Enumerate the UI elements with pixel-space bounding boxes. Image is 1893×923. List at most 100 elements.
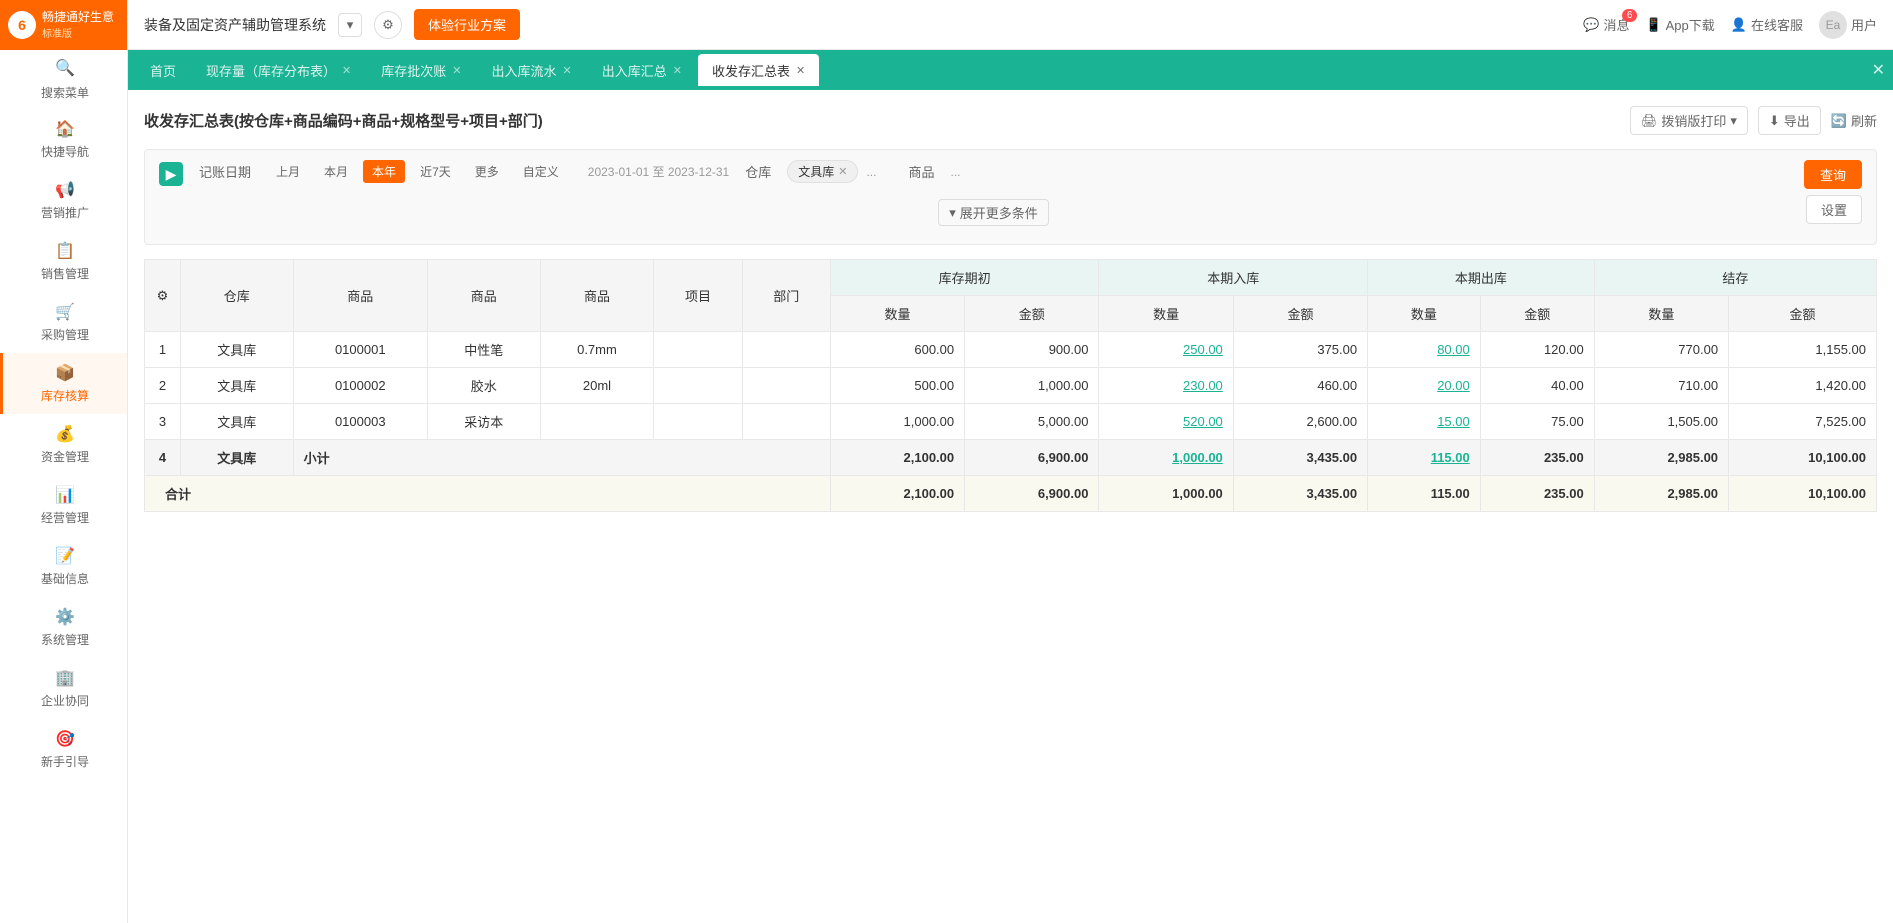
- sidebar-item-guide[interactable]: 🎯 新手引导: [0, 719, 127, 780]
- tab-inout-flow[interactable]: 出入库流水 ✕: [477, 54, 585, 86]
- goods-more-btn[interactable]: ...: [951, 165, 961, 179]
- page-actions: 🖨 拨销版打印 ▾ ⬇ 导出 🔄 刷新: [1630, 106, 1877, 135]
- sub-out-qty: 115.00: [1368, 440, 1481, 476]
- row-init-amt: 900.00: [965, 332, 1099, 368]
- tab-batch-close[interactable]: ✕: [452, 64, 461, 77]
- tab-inout-flow-close[interactable]: ✕: [563, 64, 572, 77]
- sidebar-item-operations[interactable]: 📊 经营管理: [0, 475, 127, 536]
- settings-btn[interactable]: ⚙: [374, 11, 402, 39]
- warehouse-tag-close[interactable]: ✕: [838, 165, 847, 178]
- sub-in-qty: 1,000.00: [1099, 440, 1233, 476]
- date-btn-custom[interactable]: 自定义: [514, 160, 568, 183]
- th-code: 商品: [293, 260, 427, 332]
- sidebar-item-marketing[interactable]: 📢 营销推广: [0, 170, 127, 231]
- row-out-qty: 15.00: [1368, 404, 1481, 440]
- in-qty-link[interactable]: 250.00: [1183, 342, 1223, 357]
- row-spec: 0.7mm: [540, 332, 654, 368]
- row-dept: [742, 404, 830, 440]
- message-icon: 💬: [1583, 17, 1599, 33]
- sidebar-item-purchase[interactable]: 🛒 采购管理: [0, 292, 127, 353]
- th-out-qty: 数量: [1368, 296, 1481, 332]
- filter-settings-btn[interactable]: 设置: [1806, 195, 1862, 224]
- query-btn[interactable]: 查询: [1804, 160, 1862, 189]
- main-area: 装备及固定资产辅助管理系统 ▾ ⚙ 体验行业方案 💬 消息 6 📱 App下载 …: [128, 0, 1893, 923]
- row-name: 采访本: [427, 404, 540, 440]
- row-init-qty: 1,000.00: [830, 404, 964, 440]
- online-service-btn[interactable]: 👤 在线客服: [1731, 15, 1803, 34]
- tab-home[interactable]: 首页: [136, 54, 190, 86]
- th-project: 项目: [654, 260, 742, 332]
- tab-recv-send-close[interactable]: ✕: [796, 64, 805, 77]
- total-out-qty: 115.00: [1368, 476, 1481, 512]
- sidebar-item-system[interactable]: ⚙️ 系统管理: [0, 597, 127, 658]
- filter-right-actions: 查询 设置: [1804, 160, 1862, 224]
- tabbar: 首页 现存量（库存分布表） ✕ 库存批次账 ✕ 出入库流水 ✕ 出入库汇总 ✕ …: [128, 50, 1893, 90]
- tab-stock-dist-close[interactable]: ✕: [342, 64, 351, 77]
- sidebar-item-basic-info[interactable]: 📝 基础信息: [0, 536, 127, 597]
- warehouse-more-btn[interactable]: ...: [866, 165, 876, 179]
- sub-out-amt: 235.00: [1480, 440, 1594, 476]
- date-btn-last-month[interactable]: 上月: [267, 160, 309, 183]
- app-download-btn[interactable]: 📱 App下载: [1645, 15, 1714, 34]
- tab-inout-summary-label: 出入库汇总: [602, 61, 667, 80]
- system-icon: ⚙️: [55, 607, 75, 627]
- guide-icon: 🎯: [55, 729, 75, 749]
- out-qty-link[interactable]: 15.00: [1437, 414, 1470, 429]
- tab-stock-dist[interactable]: 现存量（库存分布表） ✕: [192, 54, 365, 86]
- refresh-btn[interactable]: 🔄 刷新: [1831, 111, 1877, 130]
- total-out-amt: 235.00: [1480, 476, 1594, 512]
- sidebar-item-quick-nav[interactable]: 🏠 快捷导航: [0, 109, 127, 170]
- expand-conditions-btn[interactable]: ▾ 展开更多条件: [938, 199, 1049, 226]
- system-title: 装备及固定资产辅助管理系统: [144, 15, 326, 35]
- sidebar-item-enterprise-label: 企业协同: [41, 692, 89, 709]
- sidebar-item-sales[interactable]: 📋 销售管理: [0, 231, 127, 292]
- sidebar: 6 畅捷通好生意 标准版 🔍 搜索菜单 🏠 快捷导航 📢 营销推广 📋 销售管理…: [0, 0, 128, 923]
- out-qty-link[interactable]: 80.00: [1437, 342, 1470, 357]
- date-btn-more[interactable]: 更多: [466, 160, 508, 183]
- tab-batch[interactable]: 库存批次账 ✕: [367, 54, 475, 86]
- sidebar-item-inventory[interactable]: 📦 库存核算: [0, 353, 127, 414]
- filter-bar: ▶ 记账日期 上月 本月 本年 近7天 更多 自定义 2023-01-01 至 …: [144, 149, 1877, 245]
- table-settings-col[interactable]: ⚙: [145, 260, 181, 332]
- date-btn-this-year[interactable]: 本年: [363, 160, 405, 183]
- sidebar-item-finance-label: 资金管理: [41, 448, 89, 465]
- th-bal-amt: 金额: [1729, 296, 1877, 332]
- in-qty-link[interactable]: 230.00: [1183, 378, 1223, 393]
- row-bal-amt: 7,525.00: [1729, 404, 1877, 440]
- message-btn[interactable]: 💬 消息 6: [1583, 15, 1629, 34]
- export-btn[interactable]: ⬇ 导出: [1758, 106, 1821, 135]
- inventory-icon: 📦: [55, 363, 75, 383]
- data-table: ⚙ 仓库 商品 商品 商品 项目 部门 库存期初 本期入库 本期出库 结存 数量: [144, 259, 1877, 512]
- filter-warehouse: 文具库 ✕ ...: [787, 160, 876, 183]
- in-qty-link[interactable]: 520.00: [1183, 414, 1223, 429]
- system-dropdown-btn[interactable]: ▾: [338, 13, 362, 37]
- tab-recv-send[interactable]: 收发存汇总表 ✕: [698, 54, 819, 86]
- sidebar-item-enterprise[interactable]: 🏢 企业协同: [0, 658, 127, 719]
- sub-out-qty-link[interactable]: 115.00: [1431, 450, 1470, 465]
- user-btn[interactable]: Ea 用户: [1819, 11, 1877, 39]
- row-spec: 20ml: [540, 368, 654, 404]
- row-bal-amt: 1,420.00: [1729, 368, 1877, 404]
- date-btn-7days[interactable]: 近7天: [411, 160, 460, 183]
- sub-in-qty-link[interactable]: 1,000.00: [1172, 450, 1223, 465]
- tab-home-label: 首页: [150, 61, 176, 80]
- row-project: [654, 332, 742, 368]
- tab-inout-summary[interactable]: 出入库汇总 ✕: [588, 54, 696, 86]
- sidebar-item-search[interactable]: 🔍 搜索菜单: [0, 50, 127, 109]
- sidebar-item-finance[interactable]: 💰 资金管理: [0, 414, 127, 475]
- warehouse-tag[interactable]: 文具库 ✕: [787, 160, 858, 183]
- th-out-stock: 本期出库: [1368, 260, 1595, 296]
- out-qty-link[interactable]: 20.00: [1437, 378, 1470, 393]
- tab-inout-summary-close[interactable]: ✕: [673, 64, 682, 77]
- sidebar-item-system-label: 系统管理: [41, 631, 89, 648]
- purchase-icon: 🛒: [55, 302, 75, 322]
- trial-btn[interactable]: 体验行业方案: [414, 9, 520, 40]
- print-btn[interactable]: 🖨 拨销版打印 ▾: [1630, 106, 1748, 135]
- filter-toggle-btn[interactable]: ▶: [159, 162, 183, 186]
- tabbar-close-all-btn[interactable]: ✕: [1872, 60, 1885, 80]
- total-init-qty: 2,100.00: [830, 476, 964, 512]
- th-init-amt: 金额: [965, 296, 1099, 332]
- total-label: 合计: [145, 476, 831, 512]
- row-in-amt: 2,600.00: [1233, 404, 1367, 440]
- date-btn-this-month[interactable]: 本月: [315, 160, 357, 183]
